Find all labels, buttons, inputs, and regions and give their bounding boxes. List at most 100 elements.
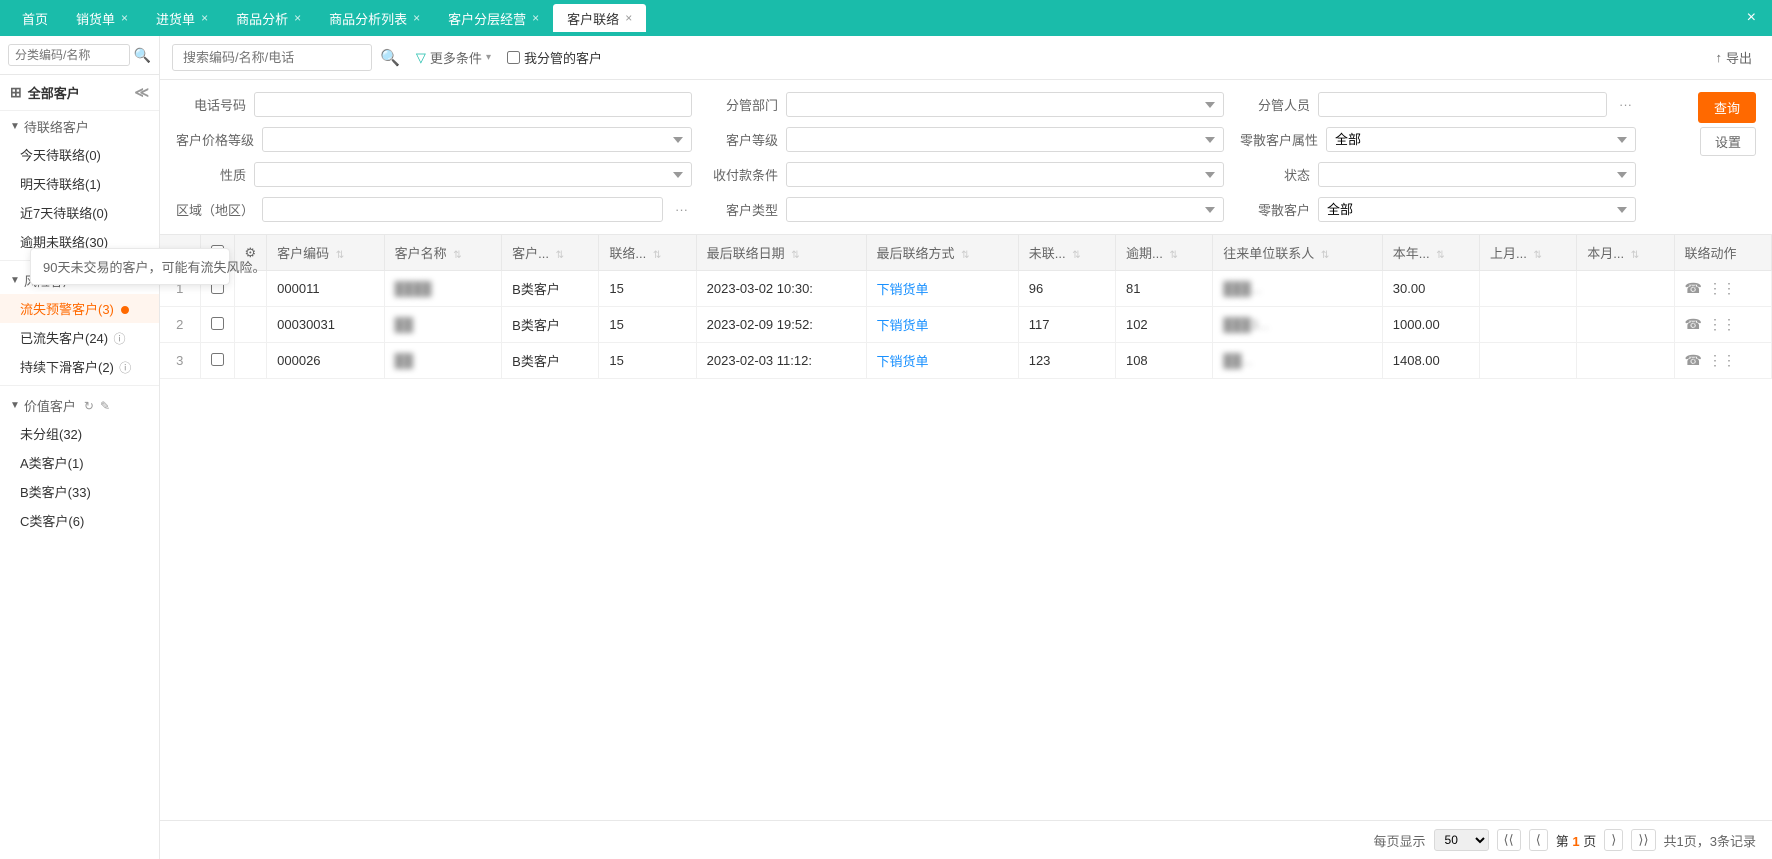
more-action-icon[interactable]: ⋮⋮ [1708, 352, 1736, 369]
row-checkbox[interactable] [211, 317, 224, 330]
sidebar-item-today-pending[interactable]: 今天待联络(0) [0, 140, 159, 169]
close-productanalysislist-icon[interactable]: × [413, 11, 420, 25]
more-conditions-button[interactable]: ▽ 更多条件 ▾ [408, 44, 499, 71]
sidebar-item-unclassified[interactable]: 未分组(32) [0, 419, 159, 448]
sort-name-icon[interactable]: ⇅ [453, 250, 461, 261]
cell-overdue: 81 [1115, 271, 1212, 307]
sidebar-item-churned[interactable]: 已流失客户(24) ⓘ [0, 323, 159, 352]
sidebar-item-7days-pending[interactable]: 近7天待联络(0) [0, 198, 159, 227]
close-productanalysis-icon[interactable]: × [294, 11, 301, 25]
col-last-month: 上月... ⇅ [1480, 235, 1577, 271]
cell-check [200, 343, 234, 379]
close-customerlayering-icon[interactable]: × [532, 11, 539, 25]
sort-lastmonth-icon[interactable]: ⇅ [1533, 250, 1541, 261]
next-page-button[interactable]: ⟩ [1604, 829, 1623, 851]
sort-contact-icon[interactable]: ⇅ [653, 250, 661, 261]
contact-action-icon[interactable]: ☎ [1685, 280, 1702, 297]
nature-select[interactable] [254, 162, 692, 187]
status-select[interactable] [1318, 162, 1636, 187]
risk-tooltip: 90天未交易的客户，可能有流失风险。 [30, 248, 160, 285]
sort-type-icon[interactable]: ⇅ [556, 250, 564, 261]
nav-home[interactable]: 首页 [8, 9, 62, 28]
close-salesorder-icon[interactable]: × [121, 11, 128, 25]
sidebar-section-pending[interactable]: ▼ 待联络客户 [0, 111, 159, 140]
sort-unit-icon[interactable]: ⇅ [1321, 250, 1329, 261]
filter-row-manager: 分管人员 ··· [1240, 92, 1756, 117]
sidebar-item-declining[interactable]: 持续下滑客户(2) ⓘ [0, 352, 159, 381]
sidebar-search-input[interactable] [8, 44, 130, 66]
customer-type-select[interactable] [786, 197, 1224, 222]
nav-tab-purchaseorder[interactable]: 进货单 × [142, 4, 222, 32]
sidebar-section-value[interactable]: ▼ 价值客户 ↻ ✎ [0, 390, 159, 419]
sidebar-item-class-b[interactable]: B类客户(33) [0, 477, 159, 506]
method-link[interactable]: 下销货单 [877, 282, 929, 297]
row-checkbox[interactable] [211, 353, 224, 366]
nav-tab-productanalysislist[interactable]: 商品分析列表 × [315, 4, 434, 32]
region-dots-icon[interactable]: ··· [671, 202, 692, 217]
settings-button[interactable]: 设置 [1700, 127, 1756, 156]
sort-thismonth-icon[interactable]: ⇅ [1631, 250, 1639, 261]
filter-row-phone: 电话号码 [176, 92, 692, 117]
retail-customer-select[interactable]: 全部 [1318, 197, 1636, 222]
contact-action-icon[interactable]: ☎ [1685, 352, 1702, 369]
col-overdue: 逾期... ⇅ [1115, 235, 1212, 271]
payment-select[interactable] [786, 162, 1224, 187]
nav-tab-salesorder[interactable]: 销货单 × [62, 4, 142, 32]
sort-code-icon[interactable]: ⇅ [336, 250, 344, 261]
sidebar-item-churn-warning[interactable]: 流失预警客户(3) [0, 294, 159, 323]
my-customers-checkbox[interactable] [507, 51, 520, 64]
sidebar-item-class-a[interactable]: A类客户(1) [0, 448, 159, 477]
sidebar-item-class-c[interactable]: C类客户(6) [0, 506, 159, 535]
query-button[interactable]: 查询 [1698, 92, 1756, 123]
dept-select[interactable] [786, 92, 1224, 117]
method-link[interactable]: 下销货单 [877, 318, 929, 333]
sidebar-search-container: 🔍 [0, 36, 159, 75]
method-link[interactable]: 下销货单 [877, 354, 929, 369]
phone-input[interactable] [254, 92, 692, 117]
my-customers-filter[interactable]: 我分管的客户 [507, 48, 602, 67]
close-all-icon[interactable]: × [1739, 9, 1764, 27]
sort-overdue-icon[interactable]: ⇅ [1169, 250, 1177, 261]
sort-date-icon[interactable]: ⇅ [791, 250, 799, 261]
region-input[interactable] [262, 197, 663, 222]
page-size-select[interactable]: 50 100 200 [1434, 829, 1489, 851]
sort-year-icon[interactable]: ⇅ [1436, 250, 1444, 261]
customer-level-select[interactable] [786, 127, 1224, 152]
col-name: 客户名称 ⇅ [384, 235, 502, 271]
export-icon: ↑ [1715, 50, 1722, 65]
sidebar-all-customers[interactable]: ⊞ 全部客户 ≪ [0, 75, 159, 111]
cell-contact: 15 [599, 271, 696, 307]
last-page-button[interactable]: ⟩⟩ [1631, 829, 1655, 851]
nav-tab-customercontact[interactable]: 客户联络 × [553, 4, 646, 32]
filter-row-customer-level: 客户等级 [708, 127, 1224, 152]
first-page-button[interactable]: ⟨⟨ [1497, 829, 1521, 851]
sidebar-divider-2 [0, 385, 159, 386]
nav-tab-productanalysis[interactable]: 商品分析 × [222, 4, 315, 32]
sort-method-icon[interactable]: ⇅ [961, 250, 969, 261]
col-action: 联络动作 [1674, 235, 1771, 271]
cell-uncontacted: 96 [1018, 271, 1115, 307]
cell-uncontacted: 123 [1018, 343, 1115, 379]
cell-last-month [1480, 343, 1577, 379]
export-button[interactable]: ↑ 导出 [1707, 44, 1760, 71]
close-purchaseorder-icon[interactable]: × [201, 11, 208, 25]
price-level-select[interactable] [262, 127, 692, 152]
sidebar-item-tomorrow-pending[interactable]: 明天待联络(1) [0, 169, 159, 198]
nav-tab-customerlayering[interactable]: 客户分层经营 × [434, 4, 553, 32]
filter-search-input[interactable] [172, 44, 372, 71]
table-row: 2 00030031 ██ B类客户 15 2023-02-09 19:52: … [160, 307, 1772, 343]
more-action-icon[interactable]: ⋮⋮ [1708, 316, 1736, 333]
table-container: ⚙ 客户编码 ⇅ 客户名称 ⇅ 客户... ⇅ [160, 235, 1772, 820]
filter-search-button[interactable]: 🔍 [380, 48, 400, 68]
cell-spacer [234, 343, 267, 379]
retail-attr-select[interactable]: 全部 [1326, 127, 1636, 152]
prev-page-button[interactable]: ⟨ [1529, 829, 1548, 851]
more-action-icon[interactable]: ⋮⋮ [1708, 280, 1736, 297]
manager-dots-icon[interactable]: ··· [1615, 97, 1636, 112]
sort-uncontacted-icon[interactable]: ⇅ [1072, 250, 1080, 261]
contact-action-icon[interactable]: ☎ [1685, 316, 1702, 333]
sidebar-search-icon[interactable]: 🔍 [134, 47, 151, 64]
manager-input[interactable] [1318, 92, 1607, 117]
collapse-icon[interactable]: ≪ [134, 84, 149, 101]
close-customercontact-icon[interactable]: × [625, 11, 632, 25]
